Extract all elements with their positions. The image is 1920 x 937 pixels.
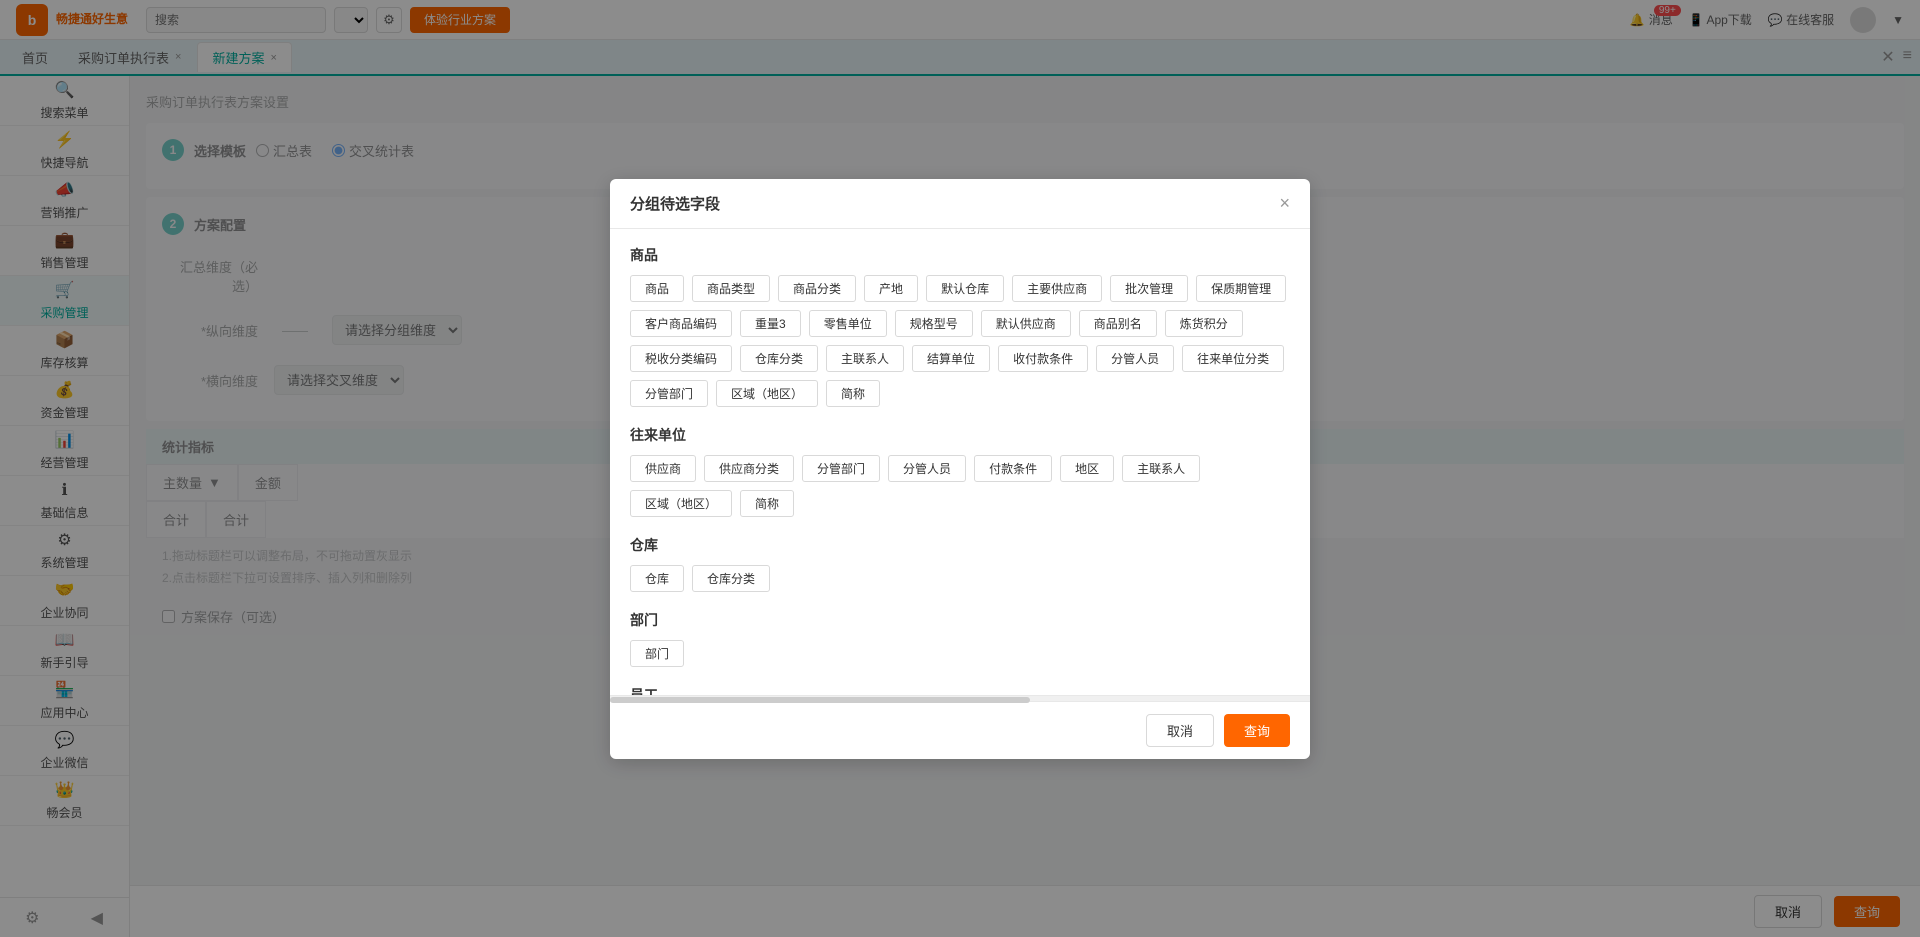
field-tag[interactable]: 结算单位 — [912, 345, 990, 372]
field-tag[interactable]: 主联系人 — [1122, 455, 1200, 482]
field-group-warehouse-title: 仓库 — [630, 535, 1290, 555]
field-tag[interactable]: 炼货积分 — [1165, 310, 1243, 337]
field-tag[interactable]: 默认仓库 — [926, 275, 1004, 302]
field-tag[interactable]: 商品分类 — [778, 275, 856, 302]
field-tag[interactable]: 分管部门 — [630, 380, 708, 407]
modal-hscroll-thumb — [610, 697, 1030, 703]
field-tag[interactable]: 简称 — [740, 490, 794, 517]
field-tag[interactable]: 商品别名 — [1079, 310, 1157, 337]
dept-field-tags: 部门 — [630, 640, 1290, 667]
field-tag[interactable]: 仓库分类 — [692, 565, 770, 592]
field-group-staff: 员工 业务员 — [630, 685, 1290, 695]
field-tag[interactable]: 部门 — [630, 640, 684, 667]
field-tag[interactable]: 供应商 — [630, 455, 696, 482]
field-group-partner: 往来单位 供应商 供应商分类 分管部门 分管人员 付款条件 地区 主联系人 区域… — [630, 425, 1290, 517]
field-tag[interactable]: 仓库分类 — [740, 345, 818, 372]
field-tag[interactable]: 规格型号 — [895, 310, 973, 337]
field-tag[interactable]: 客户商品编码 — [630, 310, 732, 337]
field-group-product: 商品 商品 商品类型 商品分类 产地 默认仓库 主要供应商 批次管理 保质期管理… — [630, 245, 1290, 407]
field-tag[interactable]: 零售单位 — [809, 310, 887, 337]
field-tag[interactable]: 商品 — [630, 275, 684, 302]
field-tag[interactable]: 分管人员 — [888, 455, 966, 482]
field-group-staff-title: 员工 — [630, 685, 1290, 695]
field-tag[interactable]: 收付款条件 — [998, 345, 1088, 372]
field-tag[interactable]: 主联系人 — [826, 345, 904, 372]
modal-header: 分组待选字段 × — [610, 179, 1310, 229]
product-field-tags: 商品 商品类型 商品分类 产地 默认仓库 主要供应商 批次管理 保质期管理 客户… — [630, 275, 1290, 407]
field-tag[interactable]: 区域（地区） — [716, 380, 818, 407]
modal-cancel-btn[interactable]: 取消 — [1146, 714, 1214, 747]
modal-confirm-btn[interactable]: 查询 — [1224, 714, 1290, 747]
field-tag[interactable]: 保质期管理 — [1196, 275, 1286, 302]
field-group-dept-title: 部门 — [630, 610, 1290, 630]
field-tag[interactable]: 分管人员 — [1096, 345, 1174, 372]
field-tag[interactable]: 仓库 — [630, 565, 684, 592]
modal-overlay: 分组待选字段 × 商品 商品 商品类型 商品分类 产地 默认仓库 主要供应商 批… — [0, 0, 1920, 937]
field-tag[interactable]: 分管部门 — [802, 455, 880, 482]
field-tag[interactable]: 供应商分类 — [704, 455, 794, 482]
modal-title: 分组待选字段 — [630, 193, 720, 214]
modal-close-btn[interactable]: × — [1279, 194, 1290, 212]
field-group-product-title: 商品 — [630, 245, 1290, 265]
warehouse-field-tags: 仓库 仓库分类 — [630, 565, 1290, 592]
partner-field-tags: 供应商 供应商分类 分管部门 分管人员 付款条件 地区 主联系人 区域（地区） … — [630, 455, 1290, 517]
field-group-partner-title: 往来单位 — [630, 425, 1290, 445]
field-select-modal: 分组待选字段 × 商品 商品 商品类型 商品分类 产地 默认仓库 主要供应商 批… — [610, 179, 1310, 759]
modal-horizontal-scrollbar[interactable] — [610, 695, 1310, 701]
field-tag[interactable]: 税收分类编码 — [630, 345, 732, 372]
field-tag[interactable]: 简称 — [826, 380, 880, 407]
field-tag[interactable]: 主要供应商 — [1012, 275, 1102, 302]
field-group-dept: 部门 部门 — [630, 610, 1290, 667]
field-tag[interactable]: 商品类型 — [692, 275, 770, 302]
modal-footer: 取消 查询 — [610, 701, 1310, 759]
field-tag[interactable]: 默认供应商 — [981, 310, 1071, 337]
field-tag[interactable]: 批次管理 — [1110, 275, 1188, 302]
field-tag[interactable]: 产地 — [864, 275, 918, 302]
modal-body: 商品 商品 商品类型 商品分类 产地 默认仓库 主要供应商 批次管理 保质期管理… — [610, 229, 1310, 695]
field-group-warehouse: 仓库 仓库 仓库分类 — [630, 535, 1290, 592]
field-tag[interactable]: 重量3 — [740, 310, 801, 337]
field-tag[interactable]: 地区 — [1060, 455, 1114, 482]
field-tag[interactable]: 付款条件 — [974, 455, 1052, 482]
field-tag[interactable]: 区域（地区） — [630, 490, 732, 517]
field-tag[interactable]: 往来单位分类 — [1182, 345, 1284, 372]
